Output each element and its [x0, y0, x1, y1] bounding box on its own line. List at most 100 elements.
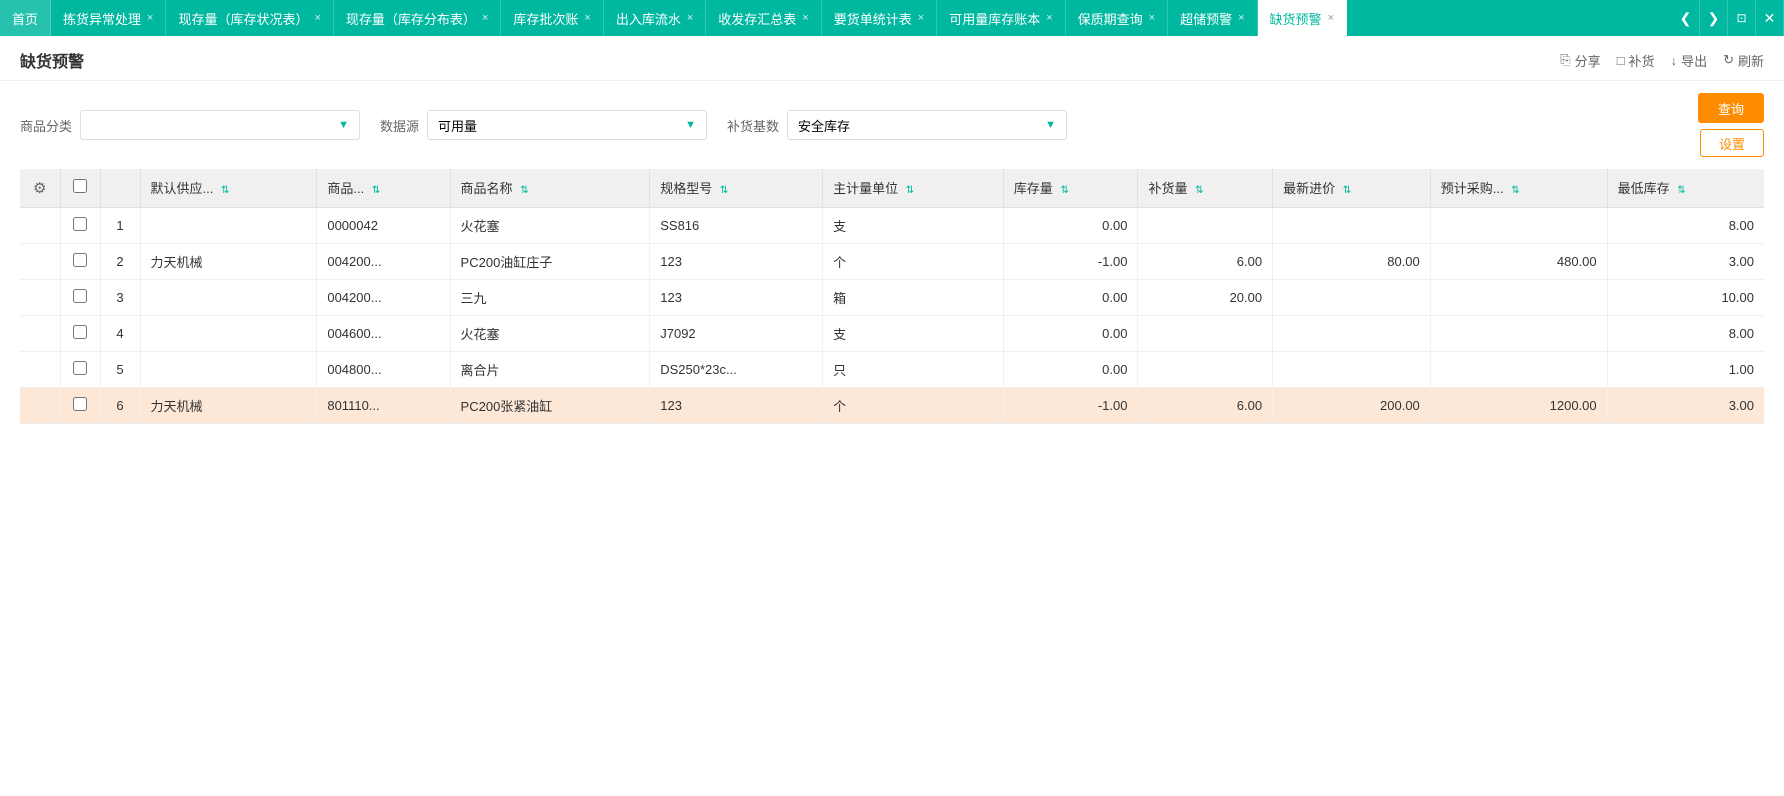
nav-tab-inventory-status[interactable]: 现存量（库存状况表） ×	[166, 0, 333, 36]
query-button[interactable]: 查询	[1698, 93, 1764, 123]
td-code-2: 004200...	[317, 279, 450, 315]
th-supplier[interactable]: 默认供应... ⇅	[140, 169, 317, 207]
nav-tab-home[interactable]: 首页	[0, 0, 51, 36]
td-estimated-4	[1430, 351, 1607, 387]
td-replenish-1: 6.00	[1138, 243, 1273, 279]
td-check-5[interactable]	[60, 387, 100, 423]
th-unit[interactable]: 主计量单位 ⇅	[823, 169, 1004, 207]
category-label: 商品分类	[20, 116, 72, 135]
nav-scroll-left[interactable]: ❮	[1672, 0, 1700, 36]
td-supplier-2	[140, 279, 317, 315]
datasource-select[interactable]: 可用量 ▼	[427, 110, 707, 140]
td-name-2: 三九	[450, 279, 650, 315]
sort-unit-icon: ⇅	[906, 185, 914, 196]
nav-tab-available-ledger[interactable]: 可用量库存账本 ×	[937, 0, 1065, 36]
nav-tab-expiry-query[interactable]: 保质期查询 ×	[1066, 0, 1168, 36]
nav-close-all[interactable]: ✕	[1756, 0, 1784, 36]
close-tab-expiry-query[interactable]: ×	[1149, 12, 1155, 24]
td-min-stock-3: 8.00	[1607, 315, 1764, 351]
th-seq	[100, 169, 140, 207]
row-checkbox-2[interactable]	[73, 289, 87, 303]
td-check-3[interactable]	[60, 315, 100, 351]
td-seq-4: 5	[100, 351, 140, 387]
td-check-4[interactable]	[60, 351, 100, 387]
th-replenish[interactable]: 补货量 ⇅	[1138, 169, 1273, 207]
datasource-value: 可用量	[438, 116, 477, 135]
nav-scroll-right[interactable]: ❯	[1700, 0, 1728, 36]
td-check-2[interactable]	[60, 279, 100, 315]
close-tab-inout-flow[interactable]: ×	[687, 12, 693, 24]
nav-restore[interactable]: ⊡	[1728, 0, 1756, 36]
th-name[interactable]: 商品名称 ⇅	[450, 169, 650, 207]
replenish-base-value: 安全库存	[798, 116, 850, 135]
replenish-button[interactable]: □ 补货	[1617, 51, 1655, 70]
refresh-icon: ↻	[1723, 52, 1734, 68]
nav-tab-inout-flow[interactable]: 出入库流水 ×	[604, 0, 706, 36]
td-seq-0: 1	[100, 207, 140, 243]
td-gear-5	[20, 387, 60, 423]
row-checkbox-5[interactable]	[73, 397, 87, 411]
table-container: ⚙ 默认供应... ⇅ 商品... ⇅ 商品名称	[0, 169, 1784, 424]
row-checkbox-0[interactable]	[73, 217, 87, 231]
th-latest-price[interactable]: 最新进价 ⇅	[1273, 169, 1431, 207]
td-name-4: 离合片	[450, 351, 650, 387]
close-tab-overstock[interactable]: ×	[1238, 12, 1244, 24]
th-stock[interactable]: 库存量 ⇅	[1003, 169, 1138, 207]
close-tab-inventory-dist[interactable]: ×	[482, 12, 488, 24]
nav-tab-order-stats[interactable]: 要货单统计表 ×	[822, 0, 937, 36]
td-spec-5: 123	[650, 387, 823, 423]
td-seq-1: 2	[100, 243, 140, 279]
th-estimated[interactable]: 预计采购... ⇅	[1430, 169, 1607, 207]
td-stock-3: 0.00	[1003, 315, 1138, 351]
td-supplier-4	[140, 351, 317, 387]
close-tab-available-ledger[interactable]: ×	[1046, 12, 1052, 24]
close-tab-batch-account[interactable]: ×	[584, 12, 590, 24]
replenish-icon: □	[1617, 53, 1625, 68]
table-row: 2 力天机械 004200... PC200油缸庄子 123 个 -1.00 6…	[20, 243, 1764, 279]
td-check-0[interactable]	[60, 207, 100, 243]
td-min-stock-1: 3.00	[1607, 243, 1764, 279]
table-row: 3 004200... 三九 123 箱 0.00 20.00 10.00	[20, 279, 1764, 315]
top-nav: 首页 拣货异常处理 × 现存量（库存状况表） × 现存量（库存分布表） × 库存…	[0, 0, 1784, 36]
close-tab-shortage[interactable]: ×	[1328, 12, 1334, 24]
td-spec-2: 123	[650, 279, 823, 315]
th-min-stock[interactable]: 最低库存 ⇅	[1607, 169, 1764, 207]
th-gear[interactable]: ⚙	[20, 169, 60, 207]
settings-button[interactable]: 设置	[1700, 129, 1764, 157]
nav-tab-exception[interactable]: 拣货异常处理 ×	[51, 0, 166, 36]
nav-tab-shortage[interactable]: 缺货预警 ×	[1258, 0, 1347, 36]
td-stock-1: -1.00	[1003, 243, 1138, 279]
close-tab-exception[interactable]: ×	[147, 12, 153, 24]
share-button[interactable]: ⎘ 分享	[1560, 51, 1600, 70]
nav-tab-batch-account[interactable]: 库存批次账 ×	[501, 0, 603, 36]
table-row: 1 0000042 火花塞 SS816 支 0.00 8.00	[20, 207, 1764, 243]
datasource-filter-group: 数据源 可用量 ▼	[380, 110, 707, 140]
replenish-base-select[interactable]: 安全库存 ▼	[787, 110, 1067, 140]
td-stock-2: 0.00	[1003, 279, 1138, 315]
close-tab-receive-summary[interactable]: ×	[802, 12, 808, 24]
close-tab-inventory-status[interactable]: ×	[314, 12, 320, 24]
nav-tab-receive-summary[interactable]: 收发存汇总表 ×	[706, 0, 821, 36]
td-gear-3	[20, 315, 60, 351]
replenish-base-filter-group: 补货基数 安全库存 ▼	[727, 110, 1067, 140]
row-checkbox-4[interactable]	[73, 361, 87, 375]
select-all-checkbox[interactable]	[73, 179, 87, 193]
th-spec[interactable]: 规格型号 ⇅	[650, 169, 823, 207]
row-checkbox-3[interactable]	[73, 325, 87, 339]
nav-tab-overstock[interactable]: 超储预警 ×	[1168, 0, 1257, 36]
td-gear-0	[20, 207, 60, 243]
refresh-button[interactable]: ↻ 刷新	[1723, 51, 1764, 70]
th-code[interactable]: 商品... ⇅	[317, 169, 450, 207]
close-tab-order-stats[interactable]: ×	[918, 12, 924, 24]
category-select[interactable]: ▼	[80, 110, 360, 140]
export-button[interactable]: ↓ 导出	[1671, 51, 1708, 70]
th-checkbox[interactable]	[60, 169, 100, 207]
share-icon: ⎘	[1560, 52, 1570, 68]
td-check-1[interactable]	[60, 243, 100, 279]
page-container: 缺货预警 ⎘ 分享 □ 补货 ↓ 导出 ↻ 刷新 商品分类	[0, 36, 1784, 796]
gear-icon: ⚙	[33, 180, 46, 197]
row-checkbox-1[interactable]	[73, 253, 87, 267]
td-unit-4: 只	[823, 351, 1004, 387]
td-min-stock-4: 1.00	[1607, 351, 1764, 387]
nav-tab-inventory-dist[interactable]: 现存量（库存分布表） ×	[334, 0, 501, 36]
